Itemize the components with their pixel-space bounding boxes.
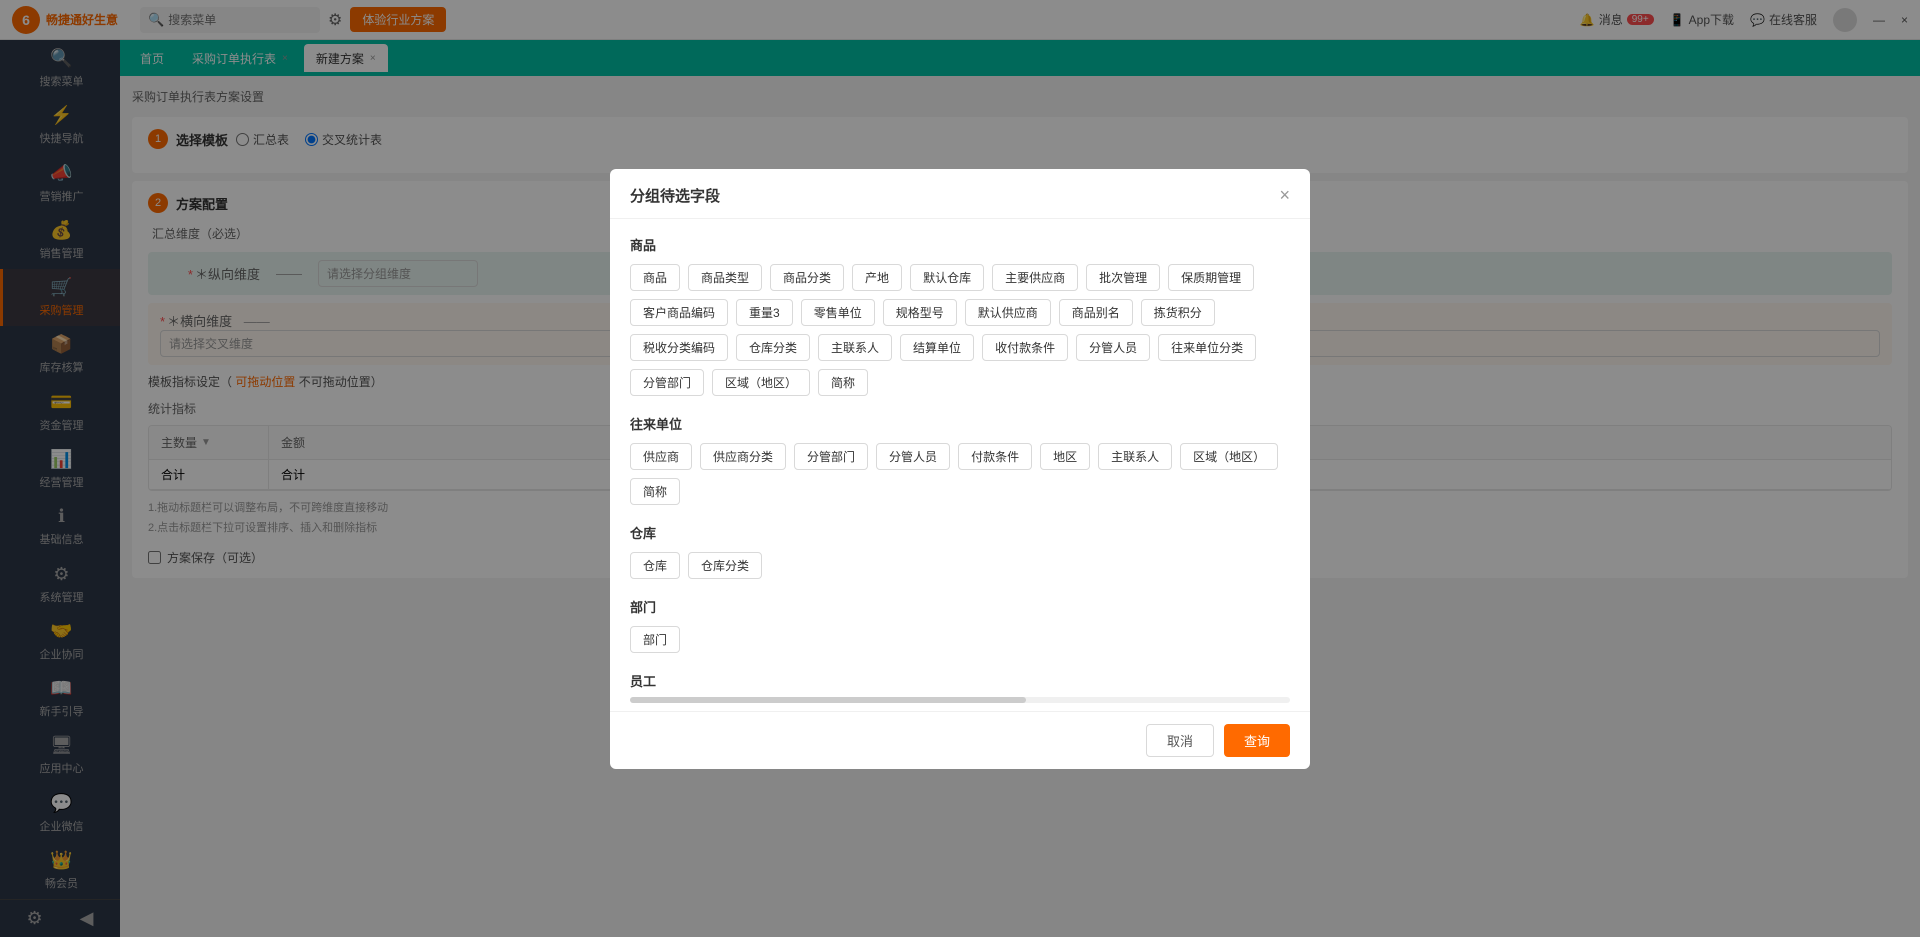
field-tag-product-15[interactable]: 税收分类编码 xyxy=(630,334,728,361)
field-section-dept: 部门 部门 xyxy=(630,597,1290,653)
modal-footer: 取消 查询 xyxy=(610,711,1310,769)
field-tag-partner-1[interactable]: 供应商分类 xyxy=(700,443,786,470)
scrollbar-track[interactable] xyxy=(630,697,1290,703)
field-tags-dept: 部门 xyxy=(630,626,1290,653)
field-tag-partner-6[interactable]: 主联系人 xyxy=(1098,443,1172,470)
field-tag-partner-4[interactable]: 付款条件 xyxy=(958,443,1032,470)
field-tag-product-6[interactable]: 批次管理 xyxy=(1086,264,1160,291)
field-tag-product-20[interactable]: 分管人员 xyxy=(1076,334,1150,361)
field-tag-product-18[interactable]: 结算单位 xyxy=(900,334,974,361)
field-tags-warehouse: 仓库 仓库分类 xyxy=(630,552,1290,579)
field-tag-product-7[interactable]: 保质期管理 xyxy=(1168,264,1254,291)
field-tag-product-8[interactable]: 客户商品编码 xyxy=(630,299,728,326)
field-tag-product-16[interactable]: 仓库分类 xyxy=(736,334,810,361)
field-tag-product-19[interactable]: 收付款条件 xyxy=(982,334,1068,361)
field-tag-product-23[interactable]: 区域（地区） xyxy=(712,369,810,396)
field-tag-product-24[interactable]: 简称 xyxy=(818,369,868,396)
field-tag-partner-8[interactable]: 简称 xyxy=(630,478,680,505)
field-tag-product-14[interactable]: 拣货积分 xyxy=(1141,299,1215,326)
field-tag-partner-2[interactable]: 分管部门 xyxy=(794,443,868,470)
field-tag-product-17[interactable]: 主联系人 xyxy=(818,334,892,361)
field-section-product: 商品 商品 商品类型 商品分类 产地 默认仓库 主要供应商 批次管理 保质期管理… xyxy=(630,235,1290,396)
modal-overlay: 分组待选字段 × 商品 商品 商品类型 商品分类 产地 默认仓库 主要供应商 批… xyxy=(0,0,1920,937)
field-tag-partner-5[interactable]: 地区 xyxy=(1040,443,1090,470)
field-section-partner: 往来单位 供应商 供应商分类 分管部门 分管人员 付款条件 地区 主联系人 区域… xyxy=(630,414,1290,505)
field-section-employee: 员工 业务员 xyxy=(630,671,1290,699)
field-tag-dept-0[interactable]: 部门 xyxy=(630,626,680,653)
field-tag-product-21[interactable]: 往来单位分类 xyxy=(1158,334,1256,361)
field-tags-product: 商品 商品类型 商品分类 产地 默认仓库 主要供应商 批次管理 保质期管理 客户… xyxy=(630,264,1290,396)
field-section-dept-title: 部门 xyxy=(630,597,1290,616)
field-tag-product-10[interactable]: 零售单位 xyxy=(801,299,875,326)
field-tag-product-0[interactable]: 商品 xyxy=(630,264,680,291)
field-section-partner-title: 往来单位 xyxy=(630,414,1290,433)
field-tag-partner-3[interactable]: 分管人员 xyxy=(876,443,950,470)
modal-scrollbar-area xyxy=(610,699,1310,711)
field-section-employee-title: 员工 xyxy=(630,671,1290,690)
confirm-button[interactable]: 查询 xyxy=(1224,724,1290,757)
field-tag-warehouse-1[interactable]: 仓库分类 xyxy=(688,552,762,579)
field-tag-product-9[interactable]: 重量3 xyxy=(736,299,793,326)
field-section-product-title: 商品 xyxy=(630,235,1290,254)
field-tag-product-12[interactable]: 默认供应商 xyxy=(965,299,1051,326)
modal-close-button[interactable]: × xyxy=(1279,185,1290,206)
field-section-warehouse-title: 仓库 xyxy=(630,523,1290,542)
field-tag-partner-0[interactable]: 供应商 xyxy=(630,443,692,470)
field-tag-partner-7[interactable]: 区域（地区） xyxy=(1180,443,1278,470)
field-tag-product-2[interactable]: 商品分类 xyxy=(770,264,844,291)
modal-body: 商品 商品 商品类型 商品分类 产地 默认仓库 主要供应商 批次管理 保质期管理… xyxy=(610,219,1310,699)
scrollbar-thumb[interactable] xyxy=(630,697,1026,703)
field-tag-product-3[interactable]: 产地 xyxy=(852,264,902,291)
field-tag-product-22[interactable]: 分管部门 xyxy=(630,369,704,396)
field-section-warehouse: 仓库 仓库 仓库分类 xyxy=(630,523,1290,579)
field-tag-warehouse-0[interactable]: 仓库 xyxy=(630,552,680,579)
field-tag-product-4[interactable]: 默认仓库 xyxy=(910,264,984,291)
field-select-modal: 分组待选字段 × 商品 商品 商品类型 商品分类 产地 默认仓库 主要供应商 批… xyxy=(610,169,1310,769)
field-tag-product-5[interactable]: 主要供应商 xyxy=(992,264,1078,291)
modal-header: 分组待选字段 × xyxy=(610,169,1310,219)
field-tag-product-1[interactable]: 商品类型 xyxy=(688,264,762,291)
field-tag-product-13[interactable]: 商品别名 xyxy=(1059,299,1133,326)
modal-title: 分组待选字段 xyxy=(630,185,720,206)
field-tags-partner: 供应商 供应商分类 分管部门 分管人员 付款条件 地区 主联系人 区域（地区） … xyxy=(630,443,1290,505)
cancel-button[interactable]: 取消 xyxy=(1146,724,1214,757)
field-tag-product-11[interactable]: 规格型号 xyxy=(883,299,957,326)
